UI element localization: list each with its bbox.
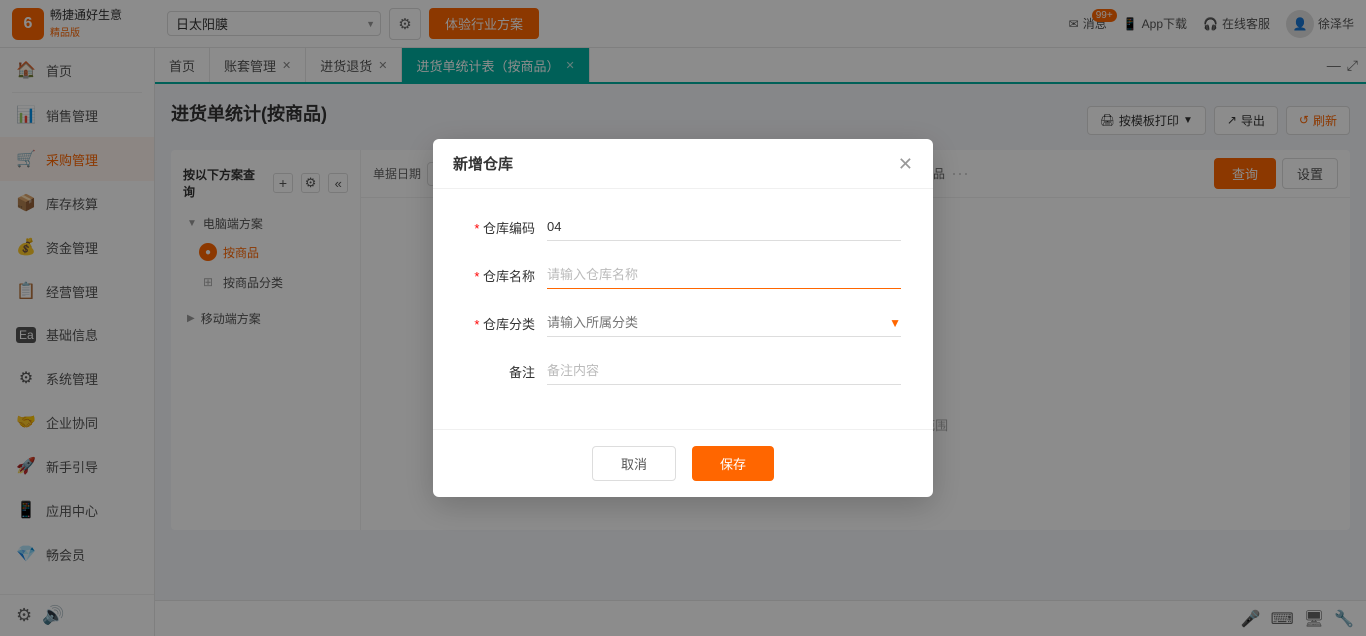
warehouse-code-input[interactable] — [547, 213, 901, 241]
warehouse-code-label: 仓库编码 — [465, 218, 535, 237]
category-dropdown-icon: ▼ — [889, 316, 901, 330]
modal-overlay[interactable]: 新增仓库 ✕ 仓库编码 仓库名称 仓库分类 ▼ — [0, 0, 1366, 636]
new-warehouse-modal: 新增仓库 ✕ 仓库编码 仓库名称 仓库分类 ▼ — [433, 139, 933, 497]
save-button[interactable]: 保存 — [692, 446, 774, 481]
cancel-button[interactable]: 取消 — [592, 446, 676, 481]
warehouse-category-input[interactable] — [547, 309, 889, 336]
warehouse-name-input[interactable] — [547, 261, 901, 289]
warehouse-category-select-wrap[interactable]: ▼ — [547, 309, 901, 337]
modal-header: 新增仓库 ✕ — [433, 139, 933, 189]
warehouse-name-row: 仓库名称 — [465, 261, 901, 289]
modal-title: 新增仓库 — [453, 153, 513, 174]
warehouse-note-label: 备注 — [465, 362, 535, 381]
warehouse-note-input[interactable] — [547, 357, 901, 385]
warehouse-category-label: 仓库分类 — [465, 314, 535, 333]
modal-body: 仓库编码 仓库名称 仓库分类 ▼ 备注 — [433, 189, 933, 429]
warehouse-category-row: 仓库分类 ▼ — [465, 309, 901, 337]
modal-close-button[interactable]: ✕ — [898, 155, 913, 173]
modal-footer: 取消 保存 — [433, 429, 933, 497]
warehouse-code-row: 仓库编码 — [465, 213, 901, 241]
warehouse-note-row: 备注 — [465, 357, 901, 385]
warehouse-name-label: 仓库名称 — [465, 266, 535, 285]
